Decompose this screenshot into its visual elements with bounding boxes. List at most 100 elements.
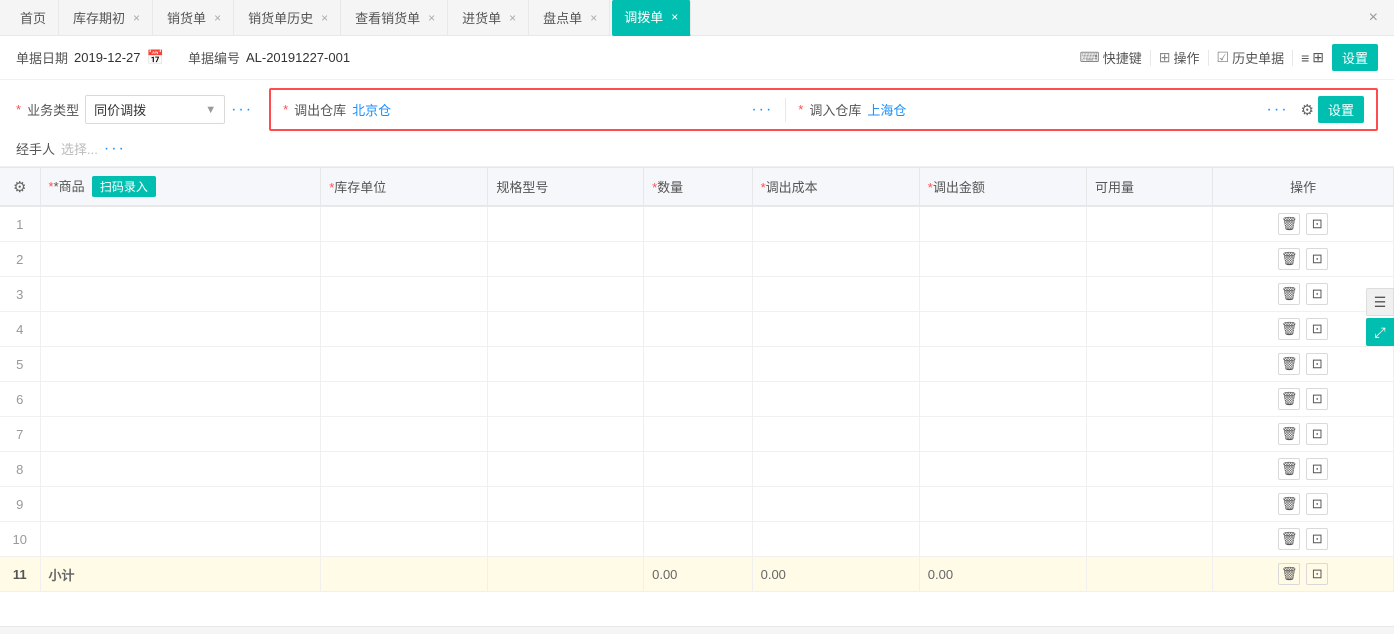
row-cost-8[interactable] xyxy=(752,452,919,487)
row-copy-btn-10[interactable]: ⊡ xyxy=(1306,528,1328,550)
row-cost-10[interactable] xyxy=(752,522,919,557)
row-amount-5[interactable] xyxy=(919,347,1086,382)
tab-transfer[interactable]: 调拨单 × xyxy=(612,0,691,36)
row-copy-btn-3[interactable]: ⊡ xyxy=(1306,283,1328,305)
tab-inventory-init-close[interactable]: × xyxy=(133,12,140,24)
row-unit-6[interactable] xyxy=(321,382,488,417)
row-qty-2[interactable] xyxy=(644,242,753,277)
row-available-6[interactable] xyxy=(1086,382,1212,417)
row-spec-5[interactable] xyxy=(488,347,644,382)
row-product-1[interactable] xyxy=(40,206,321,242)
row-copy-icon[interactable]: ⊡ xyxy=(1306,563,1328,585)
tab-view-sales[interactable]: 查看销货单 × xyxy=(343,0,448,36)
row-unit-5[interactable] xyxy=(321,347,488,382)
tab-inventory[interactable]: 盘点单 × xyxy=(531,0,610,36)
row-spec-4[interactable] xyxy=(488,312,644,347)
note-tool-button[interactable]: ☰ xyxy=(1366,288,1394,316)
row-delete-btn-2[interactable]: 🗑 xyxy=(1278,248,1300,270)
row-cost-9[interactable] xyxy=(752,487,919,522)
row-product-8[interactable] xyxy=(40,452,321,487)
row-cost-6[interactable] xyxy=(752,382,919,417)
row-product-9[interactable] xyxy=(40,487,321,522)
row-amount-2[interactable] xyxy=(919,242,1086,277)
row-delete-btn-7[interactable]: 🗑 xyxy=(1278,423,1300,445)
row-copy-btn-4[interactable]: ⊡ xyxy=(1306,318,1328,340)
row-available-8[interactable] xyxy=(1086,452,1212,487)
row-unit-10[interactable] xyxy=(321,522,488,557)
row-qty-4[interactable] xyxy=(644,312,753,347)
row-amount-4[interactable] xyxy=(919,312,1086,347)
tab-home[interactable]: 首页 xyxy=(8,0,59,36)
row-delete-icon[interactable]: 🗑 xyxy=(1278,563,1300,585)
row-delete-btn-10[interactable]: 🗑 xyxy=(1278,528,1300,550)
business-type-select[interactable]: 同价调拨 ▼ xyxy=(85,95,225,124)
warehouse-settings-button[interactable]: 设置 xyxy=(1318,96,1364,123)
horizontal-scrollbar[interactable] xyxy=(0,626,1394,634)
row-available-10[interactable] xyxy=(1086,522,1212,557)
tab-inventory-close[interactable]: × xyxy=(590,12,597,24)
row-delete-btn-4[interactable]: 🗑 xyxy=(1278,318,1300,340)
row-qty-3[interactable] xyxy=(644,277,753,312)
row-cost-4[interactable] xyxy=(752,312,919,347)
tab-sales-order[interactable]: 销货单 × xyxy=(155,0,234,36)
history-action[interactable]: ☑ 历史单据 xyxy=(1217,48,1285,67)
in-warehouse-value[interactable]: 上海仓 xyxy=(867,100,906,119)
row-product-7[interactable] xyxy=(40,417,321,452)
row-spec-1[interactable] xyxy=(488,206,644,242)
row-available-1[interactable] xyxy=(1086,206,1212,242)
row-amount-7[interactable] xyxy=(919,417,1086,452)
row-cost-5[interactable] xyxy=(752,347,919,382)
settings-button[interactable]: 设置 xyxy=(1332,44,1378,71)
row-available-5[interactable] xyxy=(1086,347,1212,382)
row-unit-3[interactable] xyxy=(321,277,488,312)
business-more-icon[interactable]: ··· xyxy=(231,101,253,119)
row-product-5[interactable] xyxy=(40,347,321,382)
row-cost-7[interactable] xyxy=(752,417,919,452)
row-amount-3[interactable] xyxy=(919,277,1086,312)
row-copy-btn-6[interactable]: ⊡ xyxy=(1306,388,1328,410)
row-available-7[interactable] xyxy=(1086,417,1212,452)
warehouse-gear-icon[interactable]: ⚙ xyxy=(1301,101,1314,119)
row-copy-btn-5[interactable]: ⊡ xyxy=(1306,353,1328,375)
row-spec-10[interactable] xyxy=(488,522,644,557)
shortcut-action[interactable]: ⌨ 快捷键 xyxy=(1080,48,1142,67)
row-cost-1[interactable] xyxy=(752,206,919,242)
row-unit-2[interactable] xyxy=(321,242,488,277)
row-delete-btn-5[interactable]: 🗑 xyxy=(1278,353,1300,375)
row-unit-9[interactable] xyxy=(321,487,488,522)
layout-icons-action[interactable]: ≡ ⊞ xyxy=(1301,49,1324,66)
row-amount-8[interactable] xyxy=(919,452,1086,487)
row-copy-btn-1[interactable]: ⊡ xyxy=(1306,213,1328,235)
row-delete-btn-6[interactable]: 🗑 xyxy=(1278,388,1300,410)
tab-sales-history[interactable]: 销货单历史 × xyxy=(236,0,341,36)
row-qty-5[interactable] xyxy=(644,347,753,382)
tab-purchase-order-close[interactable]: × xyxy=(509,12,516,24)
row-product-10[interactable] xyxy=(40,522,321,557)
out-warehouse-value[interactable]: 北京仓 xyxy=(352,100,391,119)
row-qty-1[interactable] xyxy=(644,206,753,242)
row-qty-6[interactable] xyxy=(644,382,753,417)
table-gear-icon[interactable]: ⚙ xyxy=(13,179,26,196)
row-amount-1[interactable] xyxy=(919,206,1086,242)
row-spec-8[interactable] xyxy=(488,452,644,487)
row-delete-btn-9[interactable]: 🗑 xyxy=(1278,493,1300,515)
row-amount-6[interactable] xyxy=(919,382,1086,417)
window-close-button[interactable]: × xyxy=(1361,9,1386,27)
row-qty-8[interactable] xyxy=(644,452,753,487)
column-gear[interactable]: ⚙ xyxy=(0,168,40,206)
row-qty-7[interactable] xyxy=(644,417,753,452)
row-available-3[interactable] xyxy=(1086,277,1212,312)
row-unit-4[interactable] xyxy=(321,312,488,347)
tab-sales-order-close[interactable]: × xyxy=(214,12,221,24)
row-spec-3[interactable] xyxy=(488,277,644,312)
tab-purchase-order[interactable]: 进货单 × xyxy=(450,0,529,36)
person-more[interactable]: ··· xyxy=(104,140,126,158)
row-available-4[interactable] xyxy=(1086,312,1212,347)
row-product-3[interactable] xyxy=(40,277,321,312)
row-unit-7[interactable] xyxy=(321,417,488,452)
row-qty-9[interactable] xyxy=(644,487,753,522)
row-available-2[interactable] xyxy=(1086,242,1212,277)
row-amount-9[interactable] xyxy=(919,487,1086,522)
tab-view-sales-close[interactable]: × xyxy=(428,12,435,24)
row-delete-btn-8[interactable]: 🗑 xyxy=(1278,458,1300,480)
